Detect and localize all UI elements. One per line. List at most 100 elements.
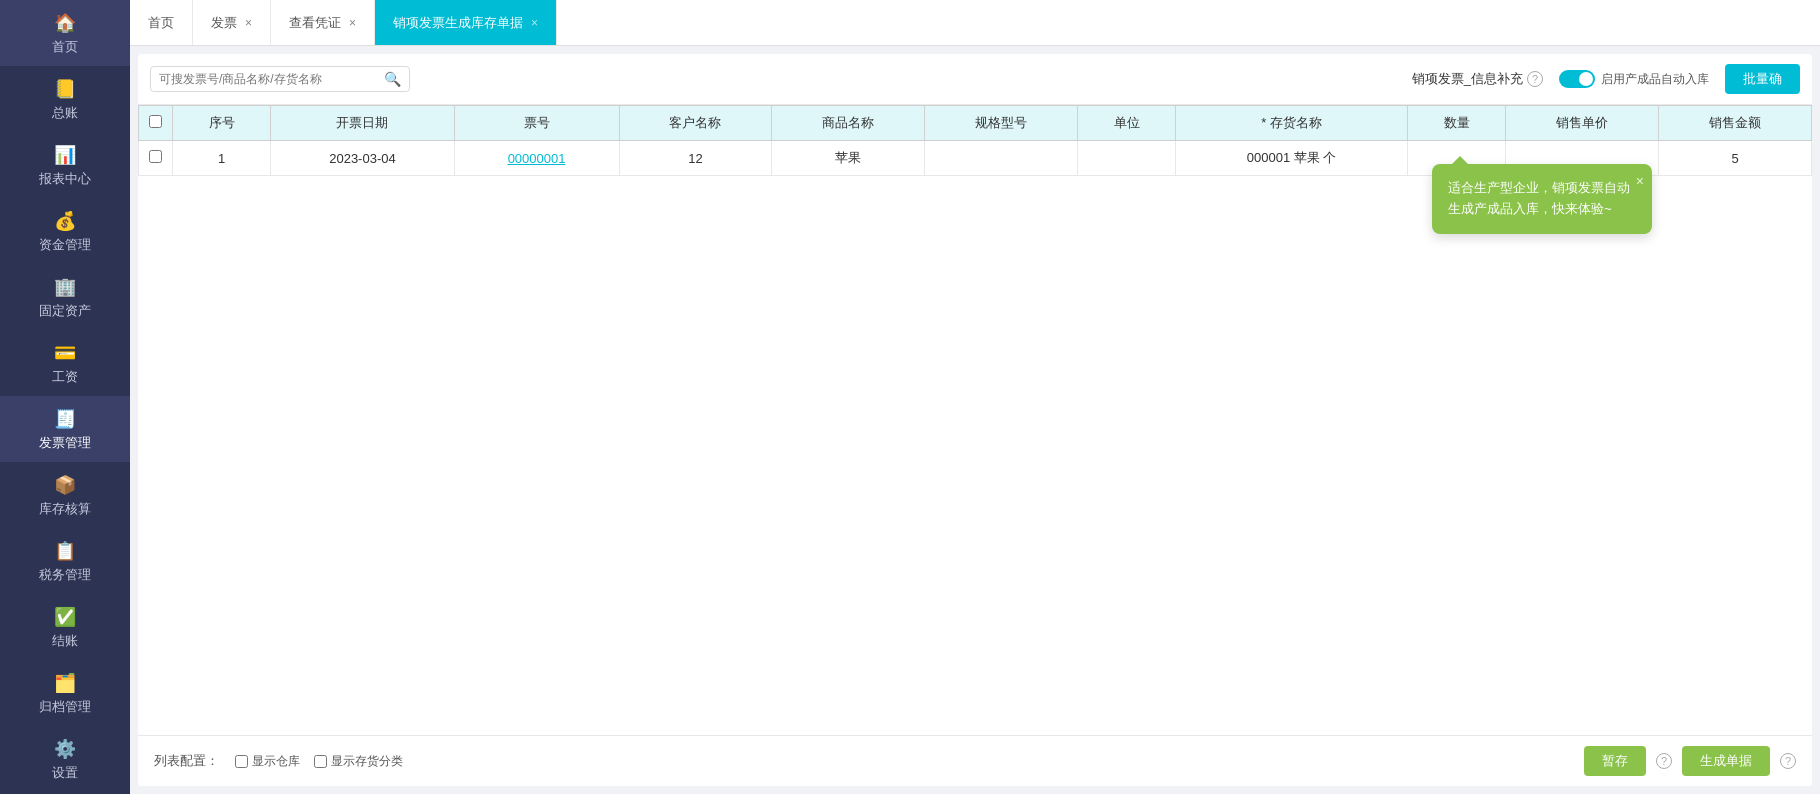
sidebar-item-archive[interactable]: 🗂️ 归档管理 (0, 660, 130, 726)
tab-invoice-close[interactable]: × (245, 16, 252, 30)
th-product: 商品名称 (772, 106, 925, 141)
row-checkbox[interactable] (149, 150, 162, 163)
invoices-icon: 🧾 (54, 408, 76, 430)
generate-button[interactable]: 生成单据 (1682, 746, 1770, 776)
tab-voucher-label: 查看凭证 (289, 14, 341, 32)
show-category-check[interactable]: 显示存货分类 (314, 753, 403, 770)
config-label: 列表配置： (154, 752, 219, 770)
sidebar-item-home[interactable]: 🏠 首页 (0, 0, 130, 66)
table-header-row: 序号 开票日期 票号 客户名称 商品名称 规格型号 单位 * 存货名称 数量 销… (139, 106, 1812, 141)
th-qty: 数量 (1407, 106, 1505, 141)
th-number: 票号 (454, 106, 619, 141)
td-unit (1078, 141, 1176, 176)
tab-invoice-label: 发票 (211, 14, 237, 32)
sidebar-item-settlement[interactable]: ✅ 结账 (0, 594, 130, 660)
funds-icon: 💰 (54, 210, 76, 232)
tab-home-label: 首页 (148, 14, 174, 32)
generate-help-icon[interactable]: ? (1780, 753, 1796, 769)
tab-xiao-dan[interactable]: 销项发票生成库存单据 × (375, 0, 557, 45)
settings-icon: ⚙️ (54, 738, 76, 760)
sidebar-item-label: 固定资产 (39, 302, 91, 320)
sidebar-item-label: 归档管理 (39, 698, 91, 716)
search-box[interactable]: 🔍 (150, 66, 410, 92)
assets-icon: 🏢 (54, 276, 76, 298)
ledger-icon: 📒 (54, 78, 76, 100)
sidebar-item-label: 发票管理 (39, 434, 91, 452)
sidebar-item-label: 设置 (52, 764, 78, 782)
search-icon[interactable]: 🔍 (384, 71, 401, 87)
info-help-icon[interactable]: ? (1527, 71, 1543, 87)
tax-icon: 📋 (54, 540, 76, 562)
toggle-label: 启用产成品自动入库 (1601, 71, 1709, 88)
tooltip-text: 适合生产型企业，销项发票自动生成产成品入库，快来体验~ (1448, 180, 1630, 216)
td-checkbox (139, 141, 173, 176)
sidebar-item-label: 首页 (52, 38, 78, 56)
sidebar-item-label: 报表中心 (39, 170, 91, 188)
th-checkbox (139, 106, 173, 141)
th-price: 销售单价 (1506, 106, 1659, 141)
batch-button[interactable]: 批量确 (1725, 64, 1800, 94)
sidebar-item-label: 税务管理 (39, 566, 91, 584)
tab-voucher-close[interactable]: × (349, 16, 356, 30)
sidebar-item-label: 总账 (52, 104, 78, 122)
td-date: 2023-03-04 (271, 141, 454, 176)
footer: 列表配置： 显示仓库 显示存货分类 暂存 ? 生成单据 ? (138, 735, 1812, 786)
sidebar-item-label: 资金管理 (39, 236, 91, 254)
wages-icon: 💳 (54, 342, 76, 364)
td-seq: 1 (173, 141, 271, 176)
sidebar-item-tax[interactable]: 📋 税务管理 (0, 528, 130, 594)
th-customer: 客户名称 (619, 106, 772, 141)
home-icon: 🏠 (54, 12, 76, 34)
th-amount: 销售金额 (1659, 106, 1812, 141)
footer-checkbox-group: 显示仓库 显示存货分类 (235, 753, 403, 770)
content-area: 🔍 销项发票_信息补充 ? 启用产成品自动入库 批量确 (138, 54, 1812, 786)
show-category-checkbox[interactable] (314, 755, 327, 768)
sidebar-item-label: 工资 (52, 368, 78, 386)
main-area: 首页 发票 × 查看凭证 × 销项发票生成库存单据 × 🔍 销项发票_信息补充 (130, 0, 1820, 794)
th-unit: 单位 (1078, 106, 1176, 141)
tooltip-close-button[interactable]: × (1636, 170, 1644, 192)
toolbar: 🔍 销项发票_信息补充 ? 启用产成品自动入库 批量确 (138, 54, 1812, 105)
toggle-wrap: 启用产成品自动入库 (1559, 70, 1709, 88)
toolbar-right: 销项发票_信息补充 ? 启用产成品自动入库 批量确 (1412, 64, 1800, 94)
sidebar: 🏠 首页 📒 总账 📊 报表中心 💰 资金管理 🏢 固定资产 💳 工资 🧾 发票… (0, 0, 130, 794)
auto-warehouse-toggle[interactable] (1559, 70, 1595, 88)
th-seq: 序号 (173, 106, 271, 141)
td-model (925, 141, 1078, 176)
tab-bar: 首页 发票 × 查看凭证 × 销项发票生成库存单据 × (130, 0, 1820, 46)
select-all-checkbox[interactable] (149, 115, 162, 128)
tooltip-popup: × 适合生产型企业，销项发票自动生成产成品入库，快来体验~ (1432, 164, 1652, 234)
show-warehouse-check[interactable]: 显示仓库 (235, 753, 300, 770)
tab-invoice[interactable]: 发票 × (193, 0, 271, 45)
footer-actions: 暂存 ? 生成单据 ? (1584, 746, 1796, 776)
th-stock-name: * 存货名称 (1176, 106, 1408, 141)
sidebar-item-wages[interactable]: 💳 工资 (0, 330, 130, 396)
archive-icon: 🗂️ (54, 672, 76, 694)
th-model: 规格型号 (925, 106, 1078, 141)
sidebar-item-assets[interactable]: 🏢 固定资产 (0, 264, 130, 330)
tab-xiao-dan-label: 销项发票生成库存单据 (393, 14, 523, 32)
td-amount: 5 (1659, 141, 1812, 176)
sidebar-item-settings[interactable]: ⚙️ 设置 (0, 726, 130, 792)
sidebar-item-funds[interactable]: 💰 资金管理 (0, 198, 130, 264)
tab-xiao-dan-close[interactable]: × (531, 16, 538, 30)
show-warehouse-checkbox[interactable] (235, 755, 248, 768)
td-product: 苹果 (772, 141, 925, 176)
sidebar-item-reports[interactable]: 📊 报表中心 (0, 132, 130, 198)
tab-voucher[interactable]: 查看凭证 × (271, 0, 375, 45)
inventory-icon: 📦 (54, 474, 76, 496)
search-input[interactable] (159, 72, 378, 86)
sidebar-item-label: 库存核算 (39, 500, 91, 518)
sidebar-item-invoices[interactable]: 🧾 发票管理 (0, 396, 130, 462)
sidebar-item-ledger[interactable]: 📒 总账 (0, 66, 130, 132)
save-button[interactable]: 暂存 (1584, 746, 1646, 776)
reports-icon: 📊 (54, 144, 76, 166)
save-help-icon[interactable]: ? (1656, 753, 1672, 769)
info-label: 销项发票_信息补充 ? (1412, 70, 1543, 88)
sidebar-item-inventory[interactable]: 📦 库存核算 (0, 462, 130, 528)
td-number[interactable]: 00000001 (454, 141, 619, 176)
settlement-icon: ✅ (54, 606, 76, 628)
td-stock-name: 000001 苹果 个 (1176, 141, 1408, 176)
tab-home[interactable]: 首页 (130, 0, 193, 45)
td-customer: 12 (619, 141, 772, 176)
